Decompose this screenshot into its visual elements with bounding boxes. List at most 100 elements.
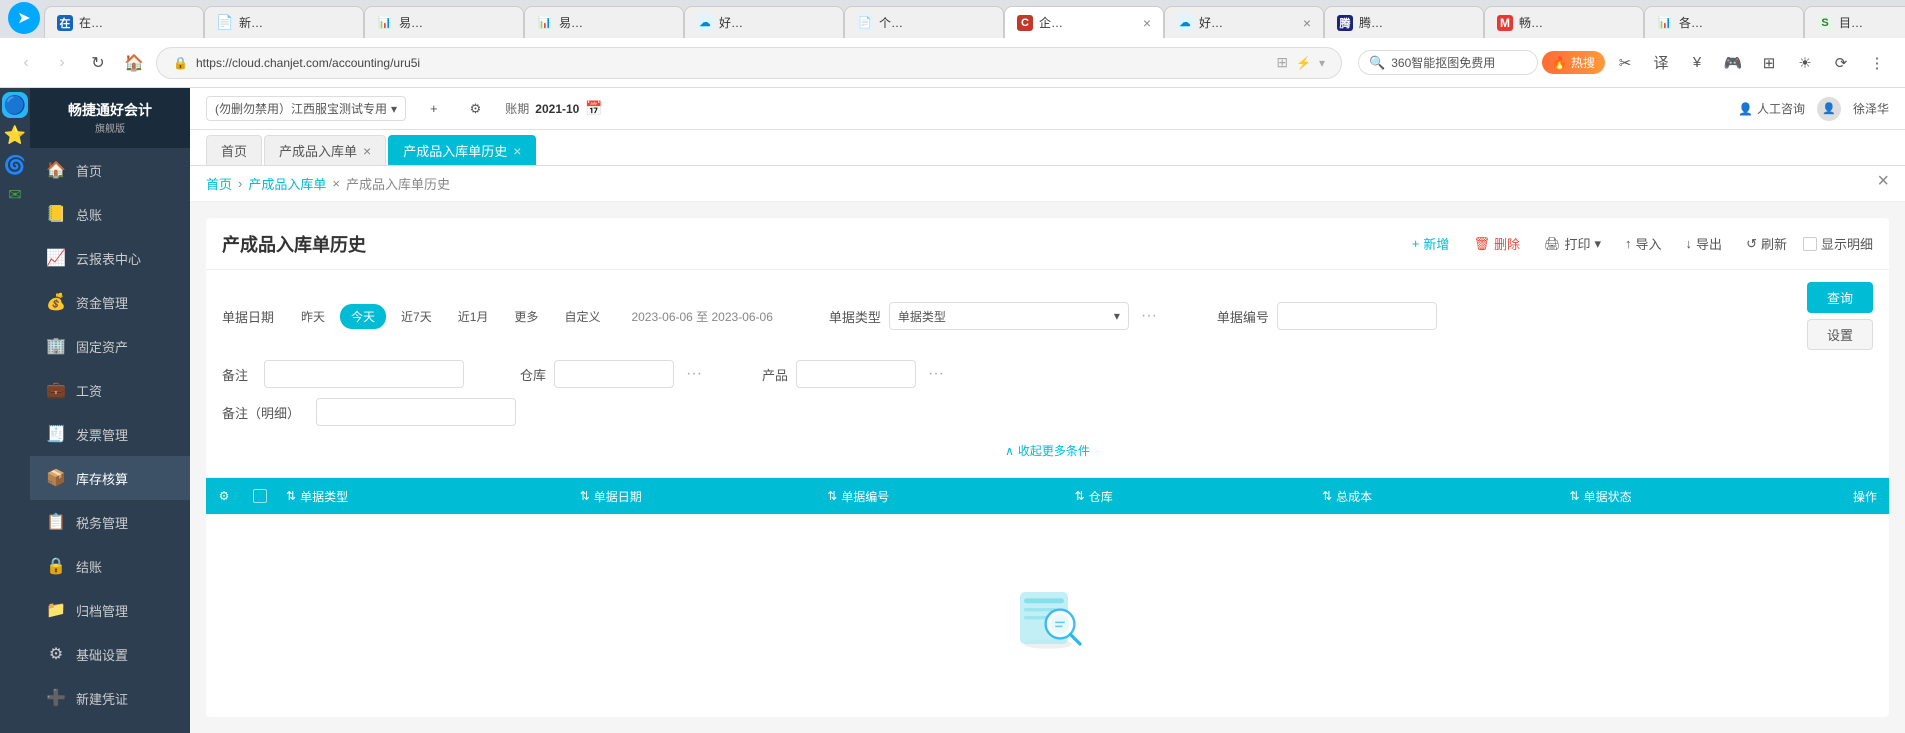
warehouse-dots[interactable]: ···	[682, 365, 706, 383]
page-close-btn[interactable]: ×	[1877, 170, 1889, 193]
print-btn[interactable]: 🖨 打印 ▾	[1536, 230, 1609, 257]
sync-icon[interactable]: ⟳	[1825, 47, 1857, 79]
icon-sidebar-mail[interactable]: ✉	[2, 182, 28, 208]
th-type[interactable]: ⇅ 单据类型	[278, 488, 572, 505]
hot-search-badge[interactable]: 🔥 热搜	[1542, 51, 1605, 74]
th-gear[interactable]: ⚙	[206, 489, 242, 503]
th-warehouse[interactable]: ⇅ 仓库	[1067, 488, 1314, 505]
tab-hao1[interactable]: ☁ 好…	[684, 6, 844, 38]
import-btn[interactable]: ↑ 导入	[1617, 230, 1670, 257]
tab-close-qi[interactable]: ×	[1143, 15, 1151, 31]
search-box[interactable]: 🔍 360智能抠图免费用	[1358, 50, 1538, 75]
icon-sidebar-weibo[interactable]: 🌀	[2, 152, 28, 178]
nav-item-funds[interactable]: 💰 资金管理	[30, 280, 190, 324]
user-service-btn[interactable]: 👤 人工咨询	[1738, 100, 1805, 117]
date-btn-yesterday[interactable]: 昨天	[290, 304, 336, 329]
th-num[interactable]: ⇅ 单据编号	[819, 488, 1066, 505]
tab-qi[interactable]: C 企… ×	[1004, 6, 1164, 38]
settings-company-btn[interactable]: ⚙	[462, 97, 490, 121]
company-selector[interactable]: (勿删勿禁用）江西服宝测试专用 ▾	[206, 96, 406, 121]
refresh-btn[interactable]: ↻	[84, 49, 112, 77]
tab-hao2[interactable]: ☁ 好… ×	[1164, 6, 1324, 38]
more-icon[interactable]: ⋮	[1861, 47, 1893, 79]
warehouse-input[interactable]	[554, 360, 674, 388]
icon-sidebar-home[interactable]: 🔵	[2, 92, 28, 118]
tab-label-yi1: 易…	[399, 14, 511, 31]
icon-sidebar-star[interactable]: ⭐	[2, 122, 28, 148]
grid-icon[interactable]: ⊞	[1753, 47, 1785, 79]
home-nav-btn[interactable]: 🏠	[120, 49, 148, 77]
nav-item-payroll[interactable]: 💼 工资	[30, 368, 190, 412]
tab-history[interactable]: 产成品入库单历史 ×	[388, 135, 536, 165]
detail-note-input[interactable]	[316, 398, 516, 426]
nav-item-tax[interactable]: 📋 税务管理	[30, 500, 190, 544]
tab-ge2[interactable]: 📊 各…	[1644, 6, 1804, 38]
num-input[interactable]	[1277, 302, 1437, 330]
new-btn[interactable]: + 新增	[1404, 230, 1458, 257]
tab-icon-mu: S	[1817, 15, 1833, 31]
nav-item-home[interactable]: 🏠 首页	[30, 148, 190, 192]
tab-mu[interactable]: S 目…	[1804, 6, 1905, 38]
gear-col-icon: ⚙	[219, 489, 230, 503]
breadcrumb-home[interactable]: 首页	[206, 174, 232, 193]
nav-item-closing[interactable]: 🔒 结账	[30, 544, 190, 588]
game-icon[interactable]: 🎮	[1717, 47, 1749, 79]
tab-yi2[interactable]: 📊 易…	[524, 6, 684, 38]
refresh-action-btn[interactable]: ↺ 刷新	[1738, 230, 1795, 257]
tab-xin[interactable]: 📄 新…	[204, 6, 364, 38]
nav-item-reports[interactable]: 📈 云报表中心	[30, 236, 190, 280]
back-btn[interactable]: ‹	[12, 49, 40, 77]
nav-item-archive[interactable]: 📁 归档管理	[30, 588, 190, 632]
th-cost[interactable]: ⇅ 总成本	[1314, 488, 1561, 505]
th-ops: 操作	[1809, 488, 1889, 505]
breadcrumb-list[interactable]: 产成品入库单	[248, 174, 326, 193]
scissors-icon[interactable]: ✂	[1609, 47, 1641, 79]
note-input[interactable]	[264, 360, 464, 388]
tab-close-hao2[interactable]: ×	[1303, 15, 1311, 31]
show-detail-checkbox[interactable]	[1803, 237, 1817, 251]
tab-ge[interactable]: 📄 个…	[844, 6, 1004, 38]
type-select[interactable]: 单据类型 ▾	[889, 302, 1129, 330]
add-company-btn[interactable]: +	[422, 97, 446, 120]
theme-icon[interactable]: ☀	[1789, 47, 1821, 79]
nav-item-assets[interactable]: 🏢 固定资产	[30, 324, 190, 368]
nav-item-inventory[interactable]: 📦 库存核算	[30, 456, 190, 500]
th-status[interactable]: ⇅ 单据状态	[1562, 488, 1809, 505]
translate-icon[interactable]: 译	[1645, 47, 1677, 79]
th-date[interactable]: ⇅ 单据日期	[572, 488, 819, 505]
tab-teng[interactable]: 腾 腾…	[1324, 6, 1484, 38]
collapse-btn[interactable]: ∧ 收起更多条件	[222, 436, 1873, 465]
tab-zai[interactable]: 在 在…	[44, 6, 204, 38]
calendar-icon[interactable]: 📅	[585, 100, 602, 117]
tab-yi1[interactable]: 📊 易…	[364, 6, 524, 38]
tab-list[interactable]: 产成品入库单 ×	[264, 135, 386, 165]
address-input[interactable]: 🔒 https://cloud.chanjet.com/accounting/u…	[156, 47, 1342, 79]
user-avatar[interactable]: 👤	[1817, 97, 1841, 121]
delete-btn[interactable]: 🗑 删除	[1465, 230, 1528, 257]
nav-item-newbill[interactable]: ➕ 新建凭证	[30, 676, 190, 720]
tab-list-close[interactable]: ×	[363, 143, 371, 159]
nav-item-settings[interactable]: ⚙ 基础设置	[30, 632, 190, 676]
date-btn-1month[interactable]: 近1月	[447, 304, 500, 329]
date-btn-7days[interactable]: 近7天	[390, 304, 443, 329]
product-dots[interactable]: ···	[924, 365, 948, 383]
date-btn-more[interactable]: 更多	[503, 304, 549, 329]
product-input[interactable]	[796, 360, 916, 388]
export-label: 导出	[1696, 234, 1722, 253]
export-btn[interactable]: ↓ 导出	[1678, 230, 1731, 257]
currency-icon[interactable]: ¥	[1681, 47, 1713, 79]
date-btn-custom[interactable]: 自定义	[553, 304, 611, 329]
type-dots[interactable]: ···	[1137, 307, 1161, 325]
tab-chang[interactable]: M 畅…	[1484, 6, 1644, 38]
forward-btn[interactable]: ›	[48, 49, 76, 77]
nav-item-invoice[interactable]: 🧾 发票管理	[30, 412, 190, 456]
query-btn[interactable]: 查询	[1807, 282, 1873, 313]
tab-history-close[interactable]: ×	[513, 143, 521, 159]
th-checkbox[interactable]	[253, 489, 267, 503]
show-detail-cb[interactable]: 显示明细	[1803, 234, 1873, 253]
date-btn-today[interactable]: 今天	[340, 304, 386, 329]
tab-home[interactable]: 首页	[206, 135, 262, 165]
settings-filter-btn[interactable]: 设置	[1807, 319, 1873, 350]
nav-item-ledger[interactable]: 📒 总账	[30, 192, 190, 236]
th-check[interactable]	[242, 489, 278, 503]
